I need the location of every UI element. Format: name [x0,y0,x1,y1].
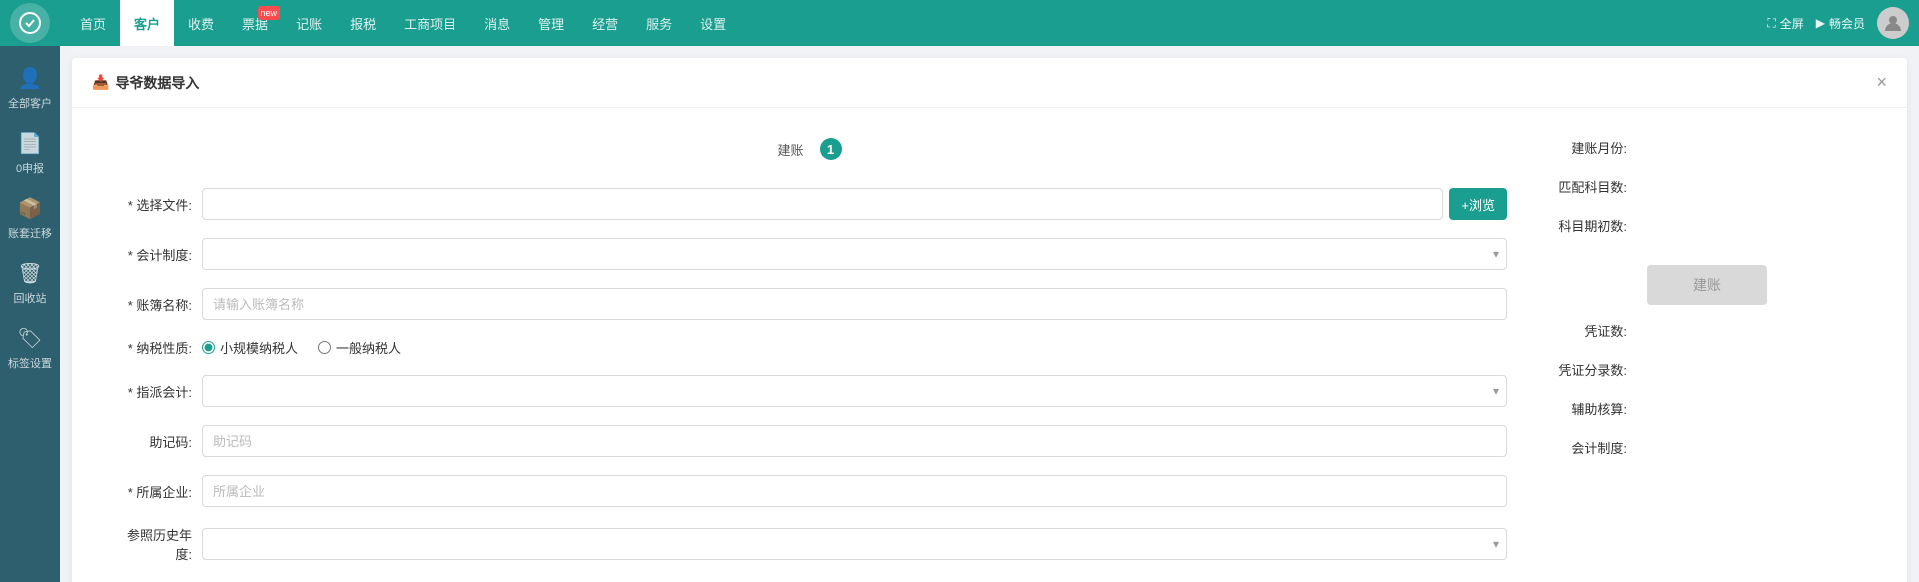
close-button[interactable]: × [1876,72,1887,93]
nav-operation[interactable]: 经营 [578,0,632,46]
all-customers-icon: 👤 [18,66,43,91]
build-month-label: 建账月份: [1547,138,1637,157]
nav-bookkeeping[interactable]: 记账 [282,0,336,46]
ledger-name-label: * 账簿名称: [112,295,202,314]
file-input[interactable] [202,188,1443,220]
auxiliary-row: 辅助核算: [1547,399,1867,418]
step-area: 建账 1 [112,138,1507,160]
voucher-count-label: 凭证数: [1547,321,1637,340]
build-month-row: 建账月份: [1547,138,1867,157]
history-year-row: 参照历史年度: [112,525,1507,563]
company-label: * 所属企业: [112,482,202,501]
voucher-entry-row: 凭证分录数: [1547,360,1867,379]
sidebar-item-recycle[interactable]: 🗑 回收站 [0,251,60,316]
file-row: * 选择文件: +浏览 [112,188,1507,220]
small-taxpayer-radio[interactable] [202,341,215,354]
auxiliary-label: 辅助核算: [1547,399,1637,418]
nav-invoice[interactable]: 票据 new [228,0,282,46]
modal-title: 📥 导爷数据导入 [92,73,199,93]
voucher-entry-label: 凭证分录数: [1547,360,1637,379]
fullscreen-button[interactable]: ⛶ 全屏 [1767,15,1803,32]
import-icon: 📥 [92,74,109,91]
nav-tax[interactable]: 报税 [336,0,390,46]
small-taxpayer-option[interactable]: 小规模纳税人 [202,338,298,357]
nav-message[interactable]: 消息 [470,0,524,46]
sidebar-item-tag-settings[interactable]: 🏷 标签设置 [0,316,60,381]
sidebar-item-declaration[interactable]: 📄 0申报 [0,121,60,186]
left-sidebar: 👤 全部客户 📄 0申报 📦 账套迁移 🗑 回收站 🏷 标签设置 [0,46,60,582]
build-button[interactable]: 建账 [1647,265,1767,305]
avatar[interactable] [1877,7,1909,39]
history-year-select[interactable] [202,528,1507,560]
match-subject-label: 匹配科目数: [1547,177,1637,196]
memo-code-label: 助记码: [112,432,202,451]
accounting-system-row: * 会计制度: 小企业会计准则 企业会计准则 [112,238,1507,270]
form-right: 建账月份: 匹配科目数: 科目期初数: 建账 [1547,138,1867,581]
nav-home[interactable]: 首页 [66,0,120,46]
modal-panel: 📥 导爷数据导入 × 建账 1 * 选择文件: [72,58,1907,582]
form-container: 建账 1 * 选择文件: +浏览 * 会计制度: [72,108,1907,582]
form-left: 建账 1 * 选择文件: +浏览 * 会计制度: [112,138,1507,581]
new-badge: new [258,6,281,20]
ledger-name-row: * 账簿名称: [112,288,1507,320]
browse-button[interactable]: +浏览 [1449,188,1507,220]
accountant-row: * 指派会计: [112,375,1507,407]
init-balance-label: 科目期初数: [1547,216,1637,235]
nav-settings[interactable]: 设置 [686,0,740,46]
general-taxpayer-radio[interactable] [318,341,331,354]
memo-code-row: 助记码: [112,425,1507,457]
tax-type-radio-group: 小规模纳税人 一般纳税人 [202,338,401,357]
modal-header: 📥 导爷数据导入 × [72,58,1907,108]
accounting-label: 会计制度: [1547,438,1637,457]
memo-code-input[interactable] [202,425,1507,457]
accountant-select-wrapper [202,375,1507,407]
file-input-group: +浏览 [202,188,1507,220]
migration-icon: 📦 [18,196,43,221]
accounting-system-select[interactable]: 小企业会计准则 企业会计准则 [202,238,1507,270]
file-label: * 选择文件: [112,195,202,214]
main-layout: 👤 全部客户 📄 0申报 📦 账套迁移 🗑 回收站 🏷 标签设置 📥 导爷 [0,46,1919,582]
declaration-icon: 📄 [18,131,43,156]
sidebar-item-migration[interactable]: 📦 账套迁移 [0,186,60,251]
nav-industry[interactable]: 工商项目 [390,0,470,46]
company-row: * 所属企业: [112,475,1507,507]
accounting-row: 会计制度: [1547,438,1867,457]
content-area: 📥 导爷数据导入 × 建账 1 * 选择文件: [60,46,1919,582]
company-input[interactable] [202,475,1507,507]
tax-type-row: * 纳税性质: 小规模纳税人 一般纳税人 [112,338,1507,357]
member-button[interactable]: ▶ 畅会员 [1816,15,1865,32]
accounting-system-label: * 会计制度: [112,245,202,264]
nav-fee[interactable]: 收费 [174,0,228,46]
app-logo[interactable] [10,3,50,43]
accountant-select[interactable] [202,375,1507,407]
top-navigation: 首页 客户 收费 票据 new 记账 报税 工商项目 消息 管理 经营 [0,0,1919,46]
general-taxpayer-option[interactable]: 一般纳税人 [318,338,401,357]
sidebar-item-all-customers[interactable]: 👤 全部客户 [0,56,60,121]
tag-icon: 🏷 [17,326,42,351]
tax-type-label: * 纳税性质: [112,338,202,357]
step-badge: 1 [820,138,842,160]
ledger-name-input[interactable] [202,288,1507,320]
build-btn-area: 建账 [1547,265,1867,305]
recycle-icon: 🗑 [17,261,42,286]
nav-items: 首页 客户 收费 票据 new 记账 报税 工商项目 消息 管理 经营 [66,0,1767,46]
nav-service[interactable]: 服务 [632,0,686,46]
nav-manage[interactable]: 管理 [524,0,578,46]
history-year-select-wrapper [202,528,1507,560]
match-subject-row: 匹配科目数: [1547,177,1867,196]
accounting-system-select-wrapper: 小企业会计准则 企业会计准则 [202,238,1507,270]
nav-customer[interactable]: 客户 [120,0,174,46]
history-year-label: 参照历史年度: [112,525,202,563]
init-balance-row: 科目期初数: [1547,216,1867,235]
top-nav-right: ⛶ 全屏 ▶ 畅会员 [1767,7,1909,39]
voucher-count-row: 凭证数: [1547,321,1867,340]
accountant-label: * 指派会计: [112,382,202,401]
